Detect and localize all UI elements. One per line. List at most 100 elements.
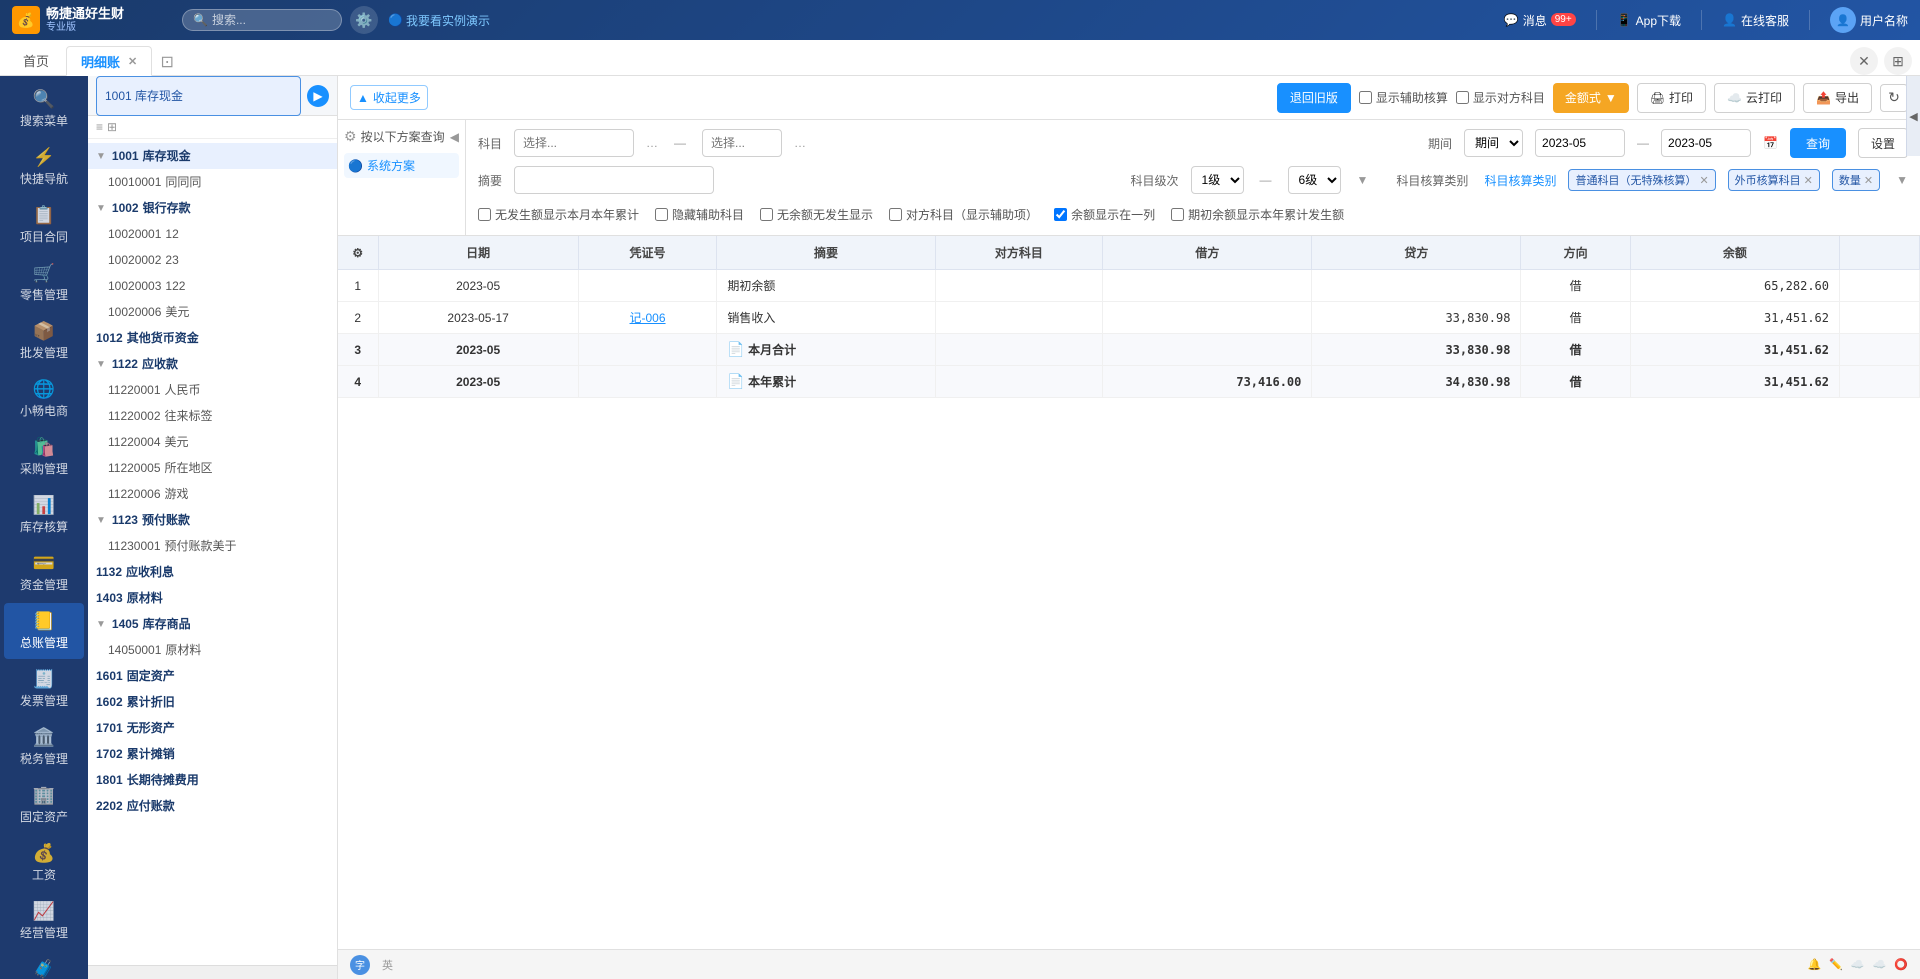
- subject-input-end[interactable]: [702, 129, 782, 157]
- tag-normal-remove[interactable]: ✕: [1699, 174, 1708, 187]
- status-edit-icon[interactable]: ✏️: [1829, 958, 1843, 971]
- status-lang-item[interactable]: 字: [350, 955, 370, 975]
- no-occur-checkbox-label[interactable]: 无发生额显示本月本年累计: [478, 206, 639, 223]
- subject-input[interactable]: [514, 129, 634, 157]
- balance-col-checkbox-label[interactable]: 余额显示在一列: [1054, 206, 1155, 223]
- account-nav-arrow[interactable]: ▶: [307, 85, 329, 107]
- sidebar-item-wage[interactable]: 💰 工资: [4, 835, 84, 891]
- sidebar-item-fixed[interactable]: 🏢 固定资产: [4, 777, 84, 833]
- tab-detail-close[interactable]: ✕: [128, 55, 137, 68]
- tree-item-1001[interactable]: ▼ 1001 库存现金: [88, 143, 337, 169]
- demo-link[interactable]: 🔵 我要看实例演示: [388, 12, 490, 29]
- category-chevron-icon[interactable]: ▼: [1896, 173, 1908, 187]
- level-end-select[interactable]: 6级: [1288, 166, 1341, 194]
- level-start-select[interactable]: 1级: [1191, 166, 1244, 194]
- tree-item-10020002[interactable]: 10020002 23: [88, 247, 337, 273]
- message-btn[interactable]: 💬 消息 99+: [1504, 12, 1576, 29]
- tree-item-1012[interactable]: 1012 其他货币资金: [88, 325, 337, 351]
- refresh-btn[interactable]: ↻: [1880, 84, 1908, 112]
- tree-item-1405[interactable]: ▼ 1405 库存商品: [88, 611, 337, 637]
- expand-more-btn[interactable]: ▲ 收起更多: [350, 85, 428, 110]
- sidebar-item-tax[interactable]: 🏛️ 税务管理: [4, 719, 84, 775]
- tree-item-10020006[interactable]: 10020006 美元: [88, 299, 337, 325]
- search-input[interactable]: [212, 13, 322, 27]
- list-view-icon[interactable]: ≡: [96, 120, 103, 134]
- sidebar-item-wholesale[interactable]: 📦 批发管理: [4, 313, 84, 369]
- period-start-input[interactable]: [1535, 129, 1625, 157]
- tree-item-1602[interactable]: 1602 累计折旧: [88, 689, 337, 715]
- status-bell-icon[interactable]: 🔔: [1807, 958, 1821, 971]
- summary-input[interactable]: [514, 166, 714, 194]
- status-cloud-icon2[interactable]: ☁️: [1873, 958, 1887, 971]
- category-info-icon[interactable]: 科目核算类别: [1484, 172, 1556, 189]
- app-download-btn[interactable]: 📱 App下载: [1617, 12, 1681, 29]
- tab-home[interactable]: 首页: [8, 45, 64, 75]
- period-type-select[interactable]: 期间: [1464, 129, 1523, 157]
- sidebar-item-retail[interactable]: 🛒 零售管理: [4, 255, 84, 311]
- status-circle-icon[interactable]: ⭕: [1894, 958, 1908, 971]
- sidebar-item-inventory[interactable]: 📊 库存核算: [4, 487, 84, 543]
- tree-item-1132[interactable]: 1132 应收利息: [88, 559, 337, 585]
- sidebar-item-sales[interactable]: 🧳 小畅报销: [4, 951, 84, 979]
- no-occur-checkbox[interactable]: [478, 208, 491, 221]
- settings-icon-btn[interactable]: ⚙️: [350, 6, 378, 34]
- sidebar-item-ecom[interactable]: 🌐 小畅电商: [4, 371, 84, 427]
- voucher-link-2[interactable]: 记-006: [630, 311, 666, 325]
- period-end-input[interactable]: [1661, 129, 1751, 157]
- tree-item-1403[interactable]: 1403 原材料: [88, 585, 337, 611]
- tree-item-2202[interactable]: 2202 应付账款: [88, 793, 337, 819]
- tree-item-1122[interactable]: ▼ 1122 应收款: [88, 351, 337, 377]
- status-cloud-icon1[interactable]: ☁️: [1851, 958, 1865, 971]
- tree-item-10020003[interactable]: 10020003 122: [88, 273, 337, 299]
- tree-item-1702[interactable]: 1702 累计摊销: [88, 741, 337, 767]
- tree-item-1701[interactable]: 1701 无形资产: [88, 715, 337, 741]
- setup-btn[interactable]: 设置: [1858, 128, 1908, 158]
- status-lang-en[interactable]: 英: [382, 957, 393, 973]
- close-window-btn[interactable]: ✕: [1850, 47, 1878, 75]
- tab-add-btn[interactable]: ⊡: [154, 49, 180, 75]
- current-account-display[interactable]: 1001 库存现金: [96, 76, 301, 116]
- tree-item-11220004[interactable]: 11220004 美元: [88, 429, 337, 455]
- sidebar-item-project[interactable]: 📋 项目合同: [4, 197, 84, 253]
- tab-detail[interactable]: 明细账 ✕: [66, 46, 152, 76]
- tree-view-icon[interactable]: ⊞: [107, 120, 117, 134]
- sidebar-item-quick[interactable]: ⚡ 快捷导航: [4, 139, 84, 195]
- tree-scrollbar[interactable]: [88, 965, 337, 979]
- sidebar-item-invoice[interactable]: 🧾 发票管理: [4, 661, 84, 717]
- tree-item-1801[interactable]: 1801 长期待摊费用: [88, 767, 337, 793]
- hide-aux-checkbox-label[interactable]: 隐藏辅助科目: [655, 206, 744, 223]
- show-aux-checkbox[interactable]: [1359, 91, 1372, 104]
- show-aux-checkbox-label[interactable]: 显示辅助核算: [1359, 89, 1448, 106]
- tree-item-1123[interactable]: ▼ 1123 预付账款: [88, 507, 337, 533]
- tree-item-11220001[interactable]: 11220001 人民币: [88, 377, 337, 403]
- tag-quantity-remove[interactable]: ✕: [1864, 174, 1873, 187]
- tree-item-1002[interactable]: ▼ 1002 银行存款: [88, 195, 337, 221]
- ytd-checkbox[interactable]: [1171, 208, 1184, 221]
- show-opposite-checkbox[interactable]: [1456, 91, 1469, 104]
- show-opposite-opt-label[interactable]: 对方科目（显示辅助项）: [889, 206, 1038, 223]
- scheme-item-system[interactable]: 🔵 系统方案: [344, 153, 459, 178]
- scheme-settings-icon[interactable]: ⚙: [344, 128, 357, 145]
- right-collapse-panel[interactable]: ◀: [1906, 76, 1920, 156]
- amount-format-btn[interactable]: 金额式 ▼: [1553, 83, 1629, 113]
- expand-window-btn[interactable]: ⊞: [1884, 47, 1912, 75]
- tree-item-1601[interactable]: 1601 固定资产: [88, 663, 337, 689]
- tree-item-14050001[interactable]: 14050001 原材料: [88, 637, 337, 663]
- calendar-icon[interactable]: 📅: [1763, 136, 1778, 150]
- export-btn[interactable]: 📤 导出: [1803, 83, 1872, 113]
- sidebar-item-purchase[interactable]: 🛍️ 采购管理: [4, 429, 84, 485]
- cloud-print-btn[interactable]: ☁️ 云打印: [1714, 83, 1795, 113]
- tree-item-11220006[interactable]: 11220006 游戏: [88, 481, 337, 507]
- online-service-btn[interactable]: 👤 在线客服: [1722, 12, 1789, 29]
- tree-item-11230001[interactable]: 11230001 预付账款美于: [88, 533, 337, 559]
- sidebar-item-operation[interactable]: 📈 经营管理: [4, 893, 84, 949]
- user-avatar-btn[interactable]: 👤 用户名称: [1830, 7, 1908, 33]
- hide-aux-checkbox[interactable]: [655, 208, 668, 221]
- no-balance-checkbox[interactable]: [760, 208, 773, 221]
- sidebar-item-general[interactable]: 📒 总账管理: [4, 603, 84, 659]
- balance-col-checkbox[interactable]: [1054, 208, 1067, 221]
- tree-item-10020001[interactable]: 10020001 12: [88, 221, 337, 247]
- tree-item-10010001[interactable]: 10010001 同同同: [88, 169, 337, 195]
- back-old-btn[interactable]: 退回旧版: [1277, 83, 1351, 113]
- ytd-checkbox-label[interactable]: 期初余额显示本年累计发生额: [1171, 206, 1344, 223]
